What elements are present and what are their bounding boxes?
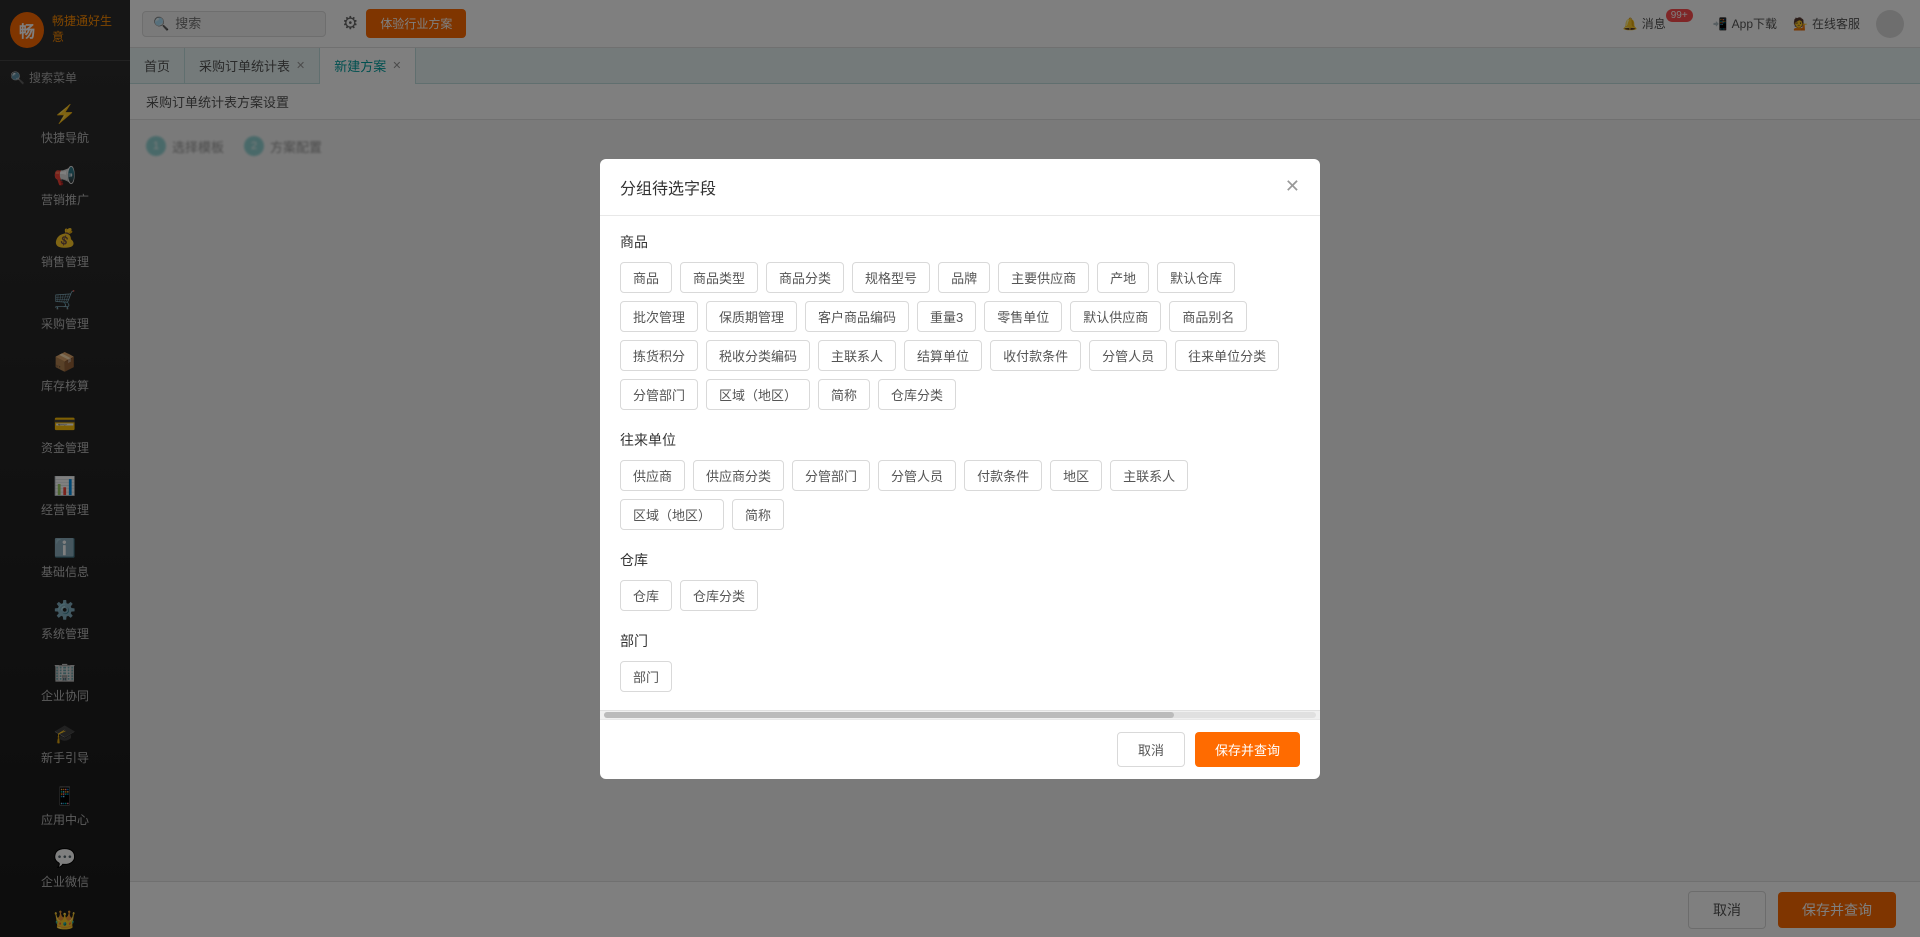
field-tag-p26[interactable]: 仓库分类 <box>878 379 956 410</box>
field-tag-c3[interactable]: 分管部门 <box>792 460 870 491</box>
field-tag-p17[interactable]: 税收分类编码 <box>706 340 810 371</box>
field-tag-c7[interactable]: 主联系人 <box>1110 460 1188 491</box>
field-tag-p21[interactable]: 分管人员 <box>1089 340 1167 371</box>
product-tags: 商品 商品类型 商品分类 规格型号 品牌 主要供应商 产地 默认仓库 批次管理 … <box>620 262 1300 410</box>
section-product-title: 商品 <box>620 232 1300 252</box>
field-tag-p8[interactable]: 默认仓库 <box>1157 262 1235 293</box>
field-tag-c1[interactable]: 供应商 <box>620 460 685 491</box>
scrollbar-thumb <box>604 712 1174 718</box>
modal-close-btn[interactable]: ✕ <box>1285 176 1300 197</box>
modal-body[interactable]: 商品 商品 商品类型 商品分类 规格型号 品牌 主要供应商 产地 默认仓库 批次… <box>600 216 1320 710</box>
field-tag-p14[interactable]: 默认供应商 <box>1070 301 1161 332</box>
field-tag-c2[interactable]: 供应商分类 <box>693 460 784 491</box>
field-tag-p24[interactable]: 区域（地区） <box>706 379 810 410</box>
modal-overlay: 分组待选字段 ✕ 商品 商品 商品类型 商品分类 规格型号 品牌 主要供应商 产… <box>0 0 1920 937</box>
modal-title: 分组待选字段 <box>620 175 716 199</box>
department-tags: 部门 <box>620 661 1300 692</box>
field-tag-w2[interactable]: 仓库分类 <box>680 580 758 611</box>
field-tag-p15[interactable]: 商品别名 <box>1169 301 1247 332</box>
section-warehouse: 仓库 仓库 仓库分类 <box>620 550 1300 611</box>
field-tag-p4[interactable]: 规格型号 <box>852 262 930 293</box>
field-tag-p9[interactable]: 批次管理 <box>620 301 698 332</box>
section-department-title: 部门 <box>620 631 1300 651</box>
field-tag-p16[interactable]: 拣货积分 <box>620 340 698 371</box>
field-tag-p22[interactable]: 往来单位分类 <box>1175 340 1279 371</box>
field-tag-d1[interactable]: 部门 <box>620 661 672 692</box>
field-tag-p11[interactable]: 客户商品编码 <box>805 301 909 332</box>
modal-confirm-btn[interactable]: 保存并查询 <box>1195 732 1300 767</box>
field-tag-c6[interactable]: 地区 <box>1050 460 1102 491</box>
section-counterpart: 往来单位 供应商 供应商分类 分管部门 分管人员 付款条件 地区 主联系人 区域… <box>620 430 1300 530</box>
section-product: 商品 商品 商品类型 商品分类 规格型号 品牌 主要供应商 产地 默认仓库 批次… <box>620 232 1300 410</box>
field-tag-p7[interactable]: 产地 <box>1097 262 1149 293</box>
modal-horizontal-scrollbar[interactable] <box>600 710 1320 719</box>
field-tag-p25[interactable]: 简称 <box>818 379 870 410</box>
counterpart-tags: 供应商 供应商分类 分管部门 分管人员 付款条件 地区 主联系人 区域（地区） … <box>620 460 1300 530</box>
section-counterpart-title: 往来单位 <box>620 430 1300 450</box>
field-tag-w1[interactable]: 仓库 <box>620 580 672 611</box>
field-tag-p12[interactable]: 重量3 <box>917 301 976 332</box>
field-tag-p5[interactable]: 品牌 <box>938 262 990 293</box>
field-tag-c8[interactable]: 区域（地区） <box>620 499 724 530</box>
field-tag-p10[interactable]: 保质期管理 <box>706 301 797 332</box>
section-warehouse-title: 仓库 <box>620 550 1300 570</box>
modal-footer: 取消 保存并查询 <box>600 719 1320 779</box>
field-tag-c5[interactable]: 付款条件 <box>964 460 1042 491</box>
section-department: 部门 部门 <box>620 631 1300 692</box>
modal-cancel-btn[interactable]: 取消 <box>1117 732 1185 767</box>
warehouse-tags: 仓库 仓库分类 <box>620 580 1300 611</box>
field-tag-p19[interactable]: 结算单位 <box>904 340 982 371</box>
field-tag-p3[interactable]: 商品分类 <box>766 262 844 293</box>
scrollbar-track <box>604 712 1316 718</box>
modal-header: 分组待选字段 ✕ <box>600 159 1320 216</box>
field-tag-p20[interactable]: 收付款条件 <box>990 340 1081 371</box>
field-tag-c4[interactable]: 分管人员 <box>878 460 956 491</box>
field-tag-p6[interactable]: 主要供应商 <box>998 262 1089 293</box>
field-tag-c9[interactable]: 简称 <box>732 499 784 530</box>
field-tag-p2[interactable]: 商品类型 <box>680 262 758 293</box>
field-select-modal: 分组待选字段 ✕ 商品 商品 商品类型 商品分类 规格型号 品牌 主要供应商 产… <box>600 159 1320 779</box>
field-tag-p13[interactable]: 零售单位 <box>984 301 1062 332</box>
field-tag-p18[interactable]: 主联系人 <box>818 340 896 371</box>
field-tag-p23[interactable]: 分管部门 <box>620 379 698 410</box>
field-tag-p1[interactable]: 商品 <box>620 262 672 293</box>
